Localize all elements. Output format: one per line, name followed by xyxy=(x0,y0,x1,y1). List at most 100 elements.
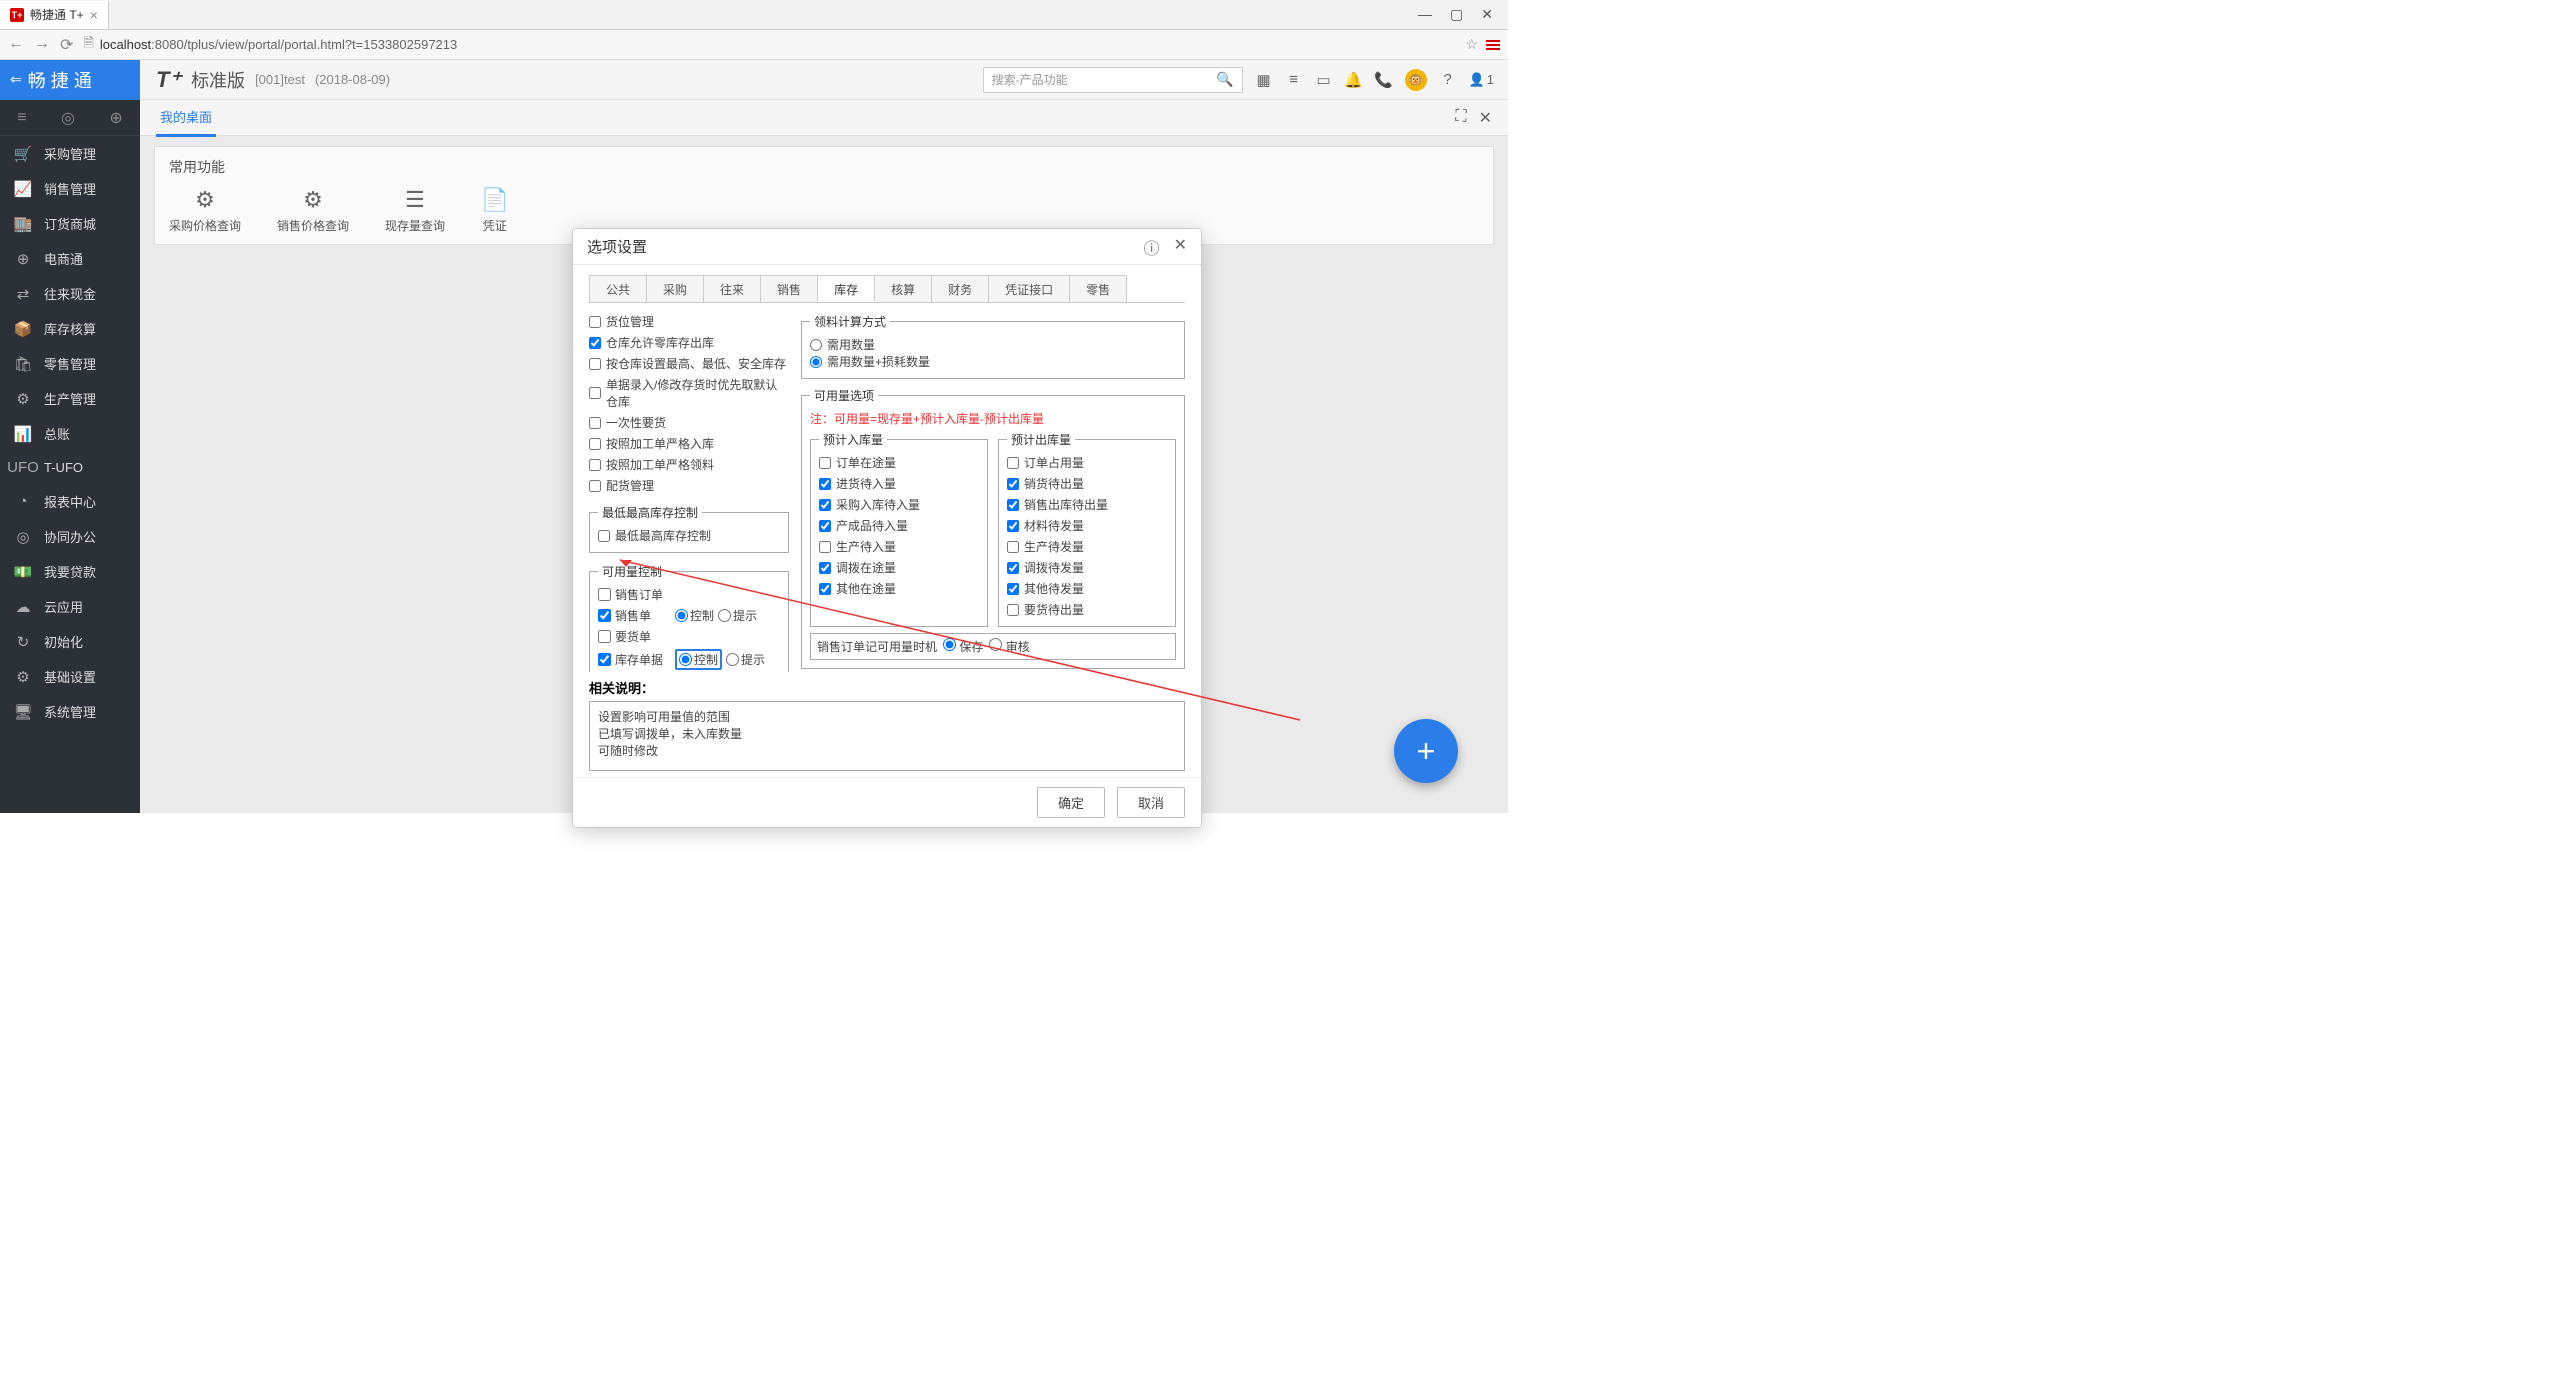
sidebar-item-12[interactable]: 💵我要贷款 xyxy=(0,554,140,589)
sidebar-item-11[interactable]: ◎协同办公 xyxy=(0,519,140,554)
out-item-1[interactable]: 销货待出量 xyxy=(1007,475,1167,492)
sidebar-item-6[interactable]: 🛍零售管理 xyxy=(0,346,140,381)
close-dialog-icon[interactable]: ✕ xyxy=(1174,235,1187,259)
out-item-0[interactable]: 订单占用量 xyxy=(1007,454,1167,471)
left-check-5[interactable]: 按照加工单严格入库 xyxy=(589,435,789,452)
dialog-tab-库存[interactable]: 库存 xyxy=(817,275,875,302)
back-icon[interactable]: ← xyxy=(8,35,24,55)
settings-icon[interactable]: ≡ xyxy=(1285,71,1303,89)
avatar-icon[interactable]: 🐵 xyxy=(1405,69,1427,91)
sidebar-item-7[interactable]: ⚙生产管理 xyxy=(0,381,140,416)
sidebar-item-15[interactable]: ⚙基础设置 xyxy=(0,659,140,694)
out-item-4[interactable]: 生产待发量 xyxy=(1007,538,1167,555)
cancel-button[interactable]: 取消 xyxy=(1117,787,1185,818)
in-item-2[interactable]: 采购入库待入量 xyxy=(819,496,979,513)
logo[interactable]: ⇐ 畅 捷 通 xyxy=(0,60,140,100)
url-bar[interactable]: 🗎 localhost:8080/tplus/view/portal/porta… xyxy=(83,34,1455,56)
left-check-6[interactable]: 按照加工单严格领料 xyxy=(589,456,789,473)
browser-tab[interactable]: T+ 畅捷通 T+ × xyxy=(0,1,109,29)
search-icon[interactable]: 🔍 xyxy=(1216,71,1233,88)
left-check-3[interactable]: 单据录入/修改存货时优先取默认仓库 xyxy=(589,376,789,410)
left-check-7[interactable]: 配货管理 xyxy=(589,477,789,494)
add-icon[interactable]: ⊕ xyxy=(109,108,122,128)
fab-add-button[interactable]: + xyxy=(1394,719,1458,783)
function-item-3[interactable]: 📄凭证 xyxy=(481,187,508,234)
reload-icon[interactable]: ⟳ xyxy=(60,35,73,55)
in-item-6[interactable]: 其他在途量 xyxy=(819,580,979,597)
close-tab-icon[interactable]: × xyxy=(90,7,98,23)
dialog-tab-核算[interactable]: 核算 xyxy=(874,275,932,302)
save-icon[interactable]: ▦ xyxy=(1255,71,1273,89)
expected-in-fieldset: 预计入库量 订单在途量进货待入量采购入库待入量产成品待入量生产待入量调拨在途量其… xyxy=(810,431,988,627)
out-item-6[interactable]: 其他待发量 xyxy=(1007,580,1167,597)
left-check-2[interactable]: 按仓库设置最高、最低、安全库存 xyxy=(589,355,789,372)
timing-audit[interactable]: 审核 xyxy=(989,638,1029,655)
menu-icon[interactable]: ≡ xyxy=(17,109,26,127)
out-item-5[interactable]: 调拨待发量 xyxy=(1007,559,1167,576)
out-item-7[interactable]: 要货待出量 xyxy=(1007,601,1167,618)
function-item-0[interactable]: ⚙采购价格查询 xyxy=(169,187,241,234)
help-icon[interactable]: ⓘ xyxy=(1144,235,1160,259)
app-header: ⇐ 畅 捷 通 T⁺ 标准版 [001]test (2018-08-09) 搜索… xyxy=(0,60,1508,100)
timing-save[interactable]: 保存 xyxy=(943,638,983,655)
sidebar-item-0[interactable]: 🛒采购管理 xyxy=(0,136,140,171)
bookmark-icon[interactable]: ☆ xyxy=(1465,36,1478,53)
function-item-1[interactable]: ⚙销售价格查询 xyxy=(277,187,349,234)
close-tab-icon[interactable]: ✕ xyxy=(1479,108,1492,128)
sidebar-item-14[interactable]: ↻初始化 xyxy=(0,624,140,659)
in-item-1[interactable]: 进货待入量 xyxy=(819,475,979,492)
sidebar-item-13[interactable]: ☁云应用 xyxy=(0,589,140,624)
dialog-tab-公共[interactable]: 公共 xyxy=(589,275,647,302)
in-item-5[interactable]: 调拨在途量 xyxy=(819,559,979,576)
sidebar-item-16[interactable]: 🖥系统管理 xyxy=(0,694,140,729)
material-opt2[interactable]: 需用数量+损耗数量 xyxy=(810,353,1176,370)
sidebar-item-3[interactable]: ⊕电商通 xyxy=(0,241,140,276)
chat-icon[interactable]: ▭ xyxy=(1315,71,1333,89)
sidebar-item-1[interactable]: 📈销售管理 xyxy=(0,171,140,206)
sidebar-top-icons: ≡ ◎ ⊕ xyxy=(0,100,140,136)
help-icon[interactable]: ? xyxy=(1439,71,1457,89)
browser-menu-icon[interactable] xyxy=(1486,40,1500,50)
bell-icon[interactable]: 🔔 xyxy=(1345,71,1363,89)
minmax-check[interactable]: 最低最高库存控制 xyxy=(598,527,780,544)
maximize-icon[interactable]: ▢ xyxy=(1450,6,1463,23)
sidebar-item-4[interactable]: ⇄往来现金 xyxy=(0,276,140,311)
dialog-tab-采购[interactable]: 采购 xyxy=(646,275,704,302)
function-item-2[interactable]: ☰现存量查询 xyxy=(385,187,445,234)
dialog-tab-销售[interactable]: 销售 xyxy=(760,275,818,302)
forward-icon[interactable]: → xyxy=(34,35,50,55)
in-item-3[interactable]: 产成品待入量 xyxy=(819,517,979,534)
minmax-checkbox[interactable] xyxy=(598,530,610,542)
sidebar-item-9[interactable]: UFOT-UFO xyxy=(0,451,140,484)
material-opt1-radio[interactable] xyxy=(810,339,822,351)
sidebar-item-5[interactable]: 📦库存核算 xyxy=(0,311,140,346)
ok-button[interactable]: 确定 xyxy=(1037,787,1105,818)
sidebar-item-10[interactable]: ◔报表中心 xyxy=(0,484,140,519)
target-icon[interactable]: ◎ xyxy=(61,108,75,128)
expand-icon[interactable]: ⛶ xyxy=(1455,108,1466,128)
avail-options-legend: 可用量选项 xyxy=(810,387,878,404)
close-window-icon[interactable]: ✕ xyxy=(1481,6,1493,23)
in-item-4[interactable]: 生产待入量 xyxy=(819,538,979,555)
phone-icon[interactable]: 📞 xyxy=(1375,71,1393,89)
tab-desktop[interactable]: 我的桌面 xyxy=(156,99,216,137)
left-check-1[interactable]: 仓库允许零库存出库 xyxy=(589,334,789,351)
dialog-tab-往来[interactable]: 往来 xyxy=(703,275,761,302)
dialog-tab-财务[interactable]: 财务 xyxy=(931,275,989,302)
out-item-2[interactable]: 销售出库待出量 xyxy=(1007,496,1167,513)
user-count[interactable]: 👤 1 xyxy=(1469,72,1494,88)
left-check-0[interactable]: 货位管理 xyxy=(589,313,789,330)
dialog-tab-凭证接口[interactable]: 凭证接口 xyxy=(988,275,1070,302)
material-opt2-radio[interactable] xyxy=(810,356,822,368)
sidebar-label: 我要贷款 xyxy=(44,562,96,581)
sidebar-item-8[interactable]: 📊总账 xyxy=(0,416,140,451)
left-check-4[interactable]: 一次性要货 xyxy=(589,414,789,431)
minimize-icon[interactable]: — xyxy=(1418,6,1432,23)
back-arrow-icon[interactable]: ⇐ xyxy=(10,71,22,88)
dialog-tab-零售[interactable]: 零售 xyxy=(1069,275,1127,302)
sidebar-item-2[interactable]: 🏬订货商城 xyxy=(0,206,140,241)
in-item-0[interactable]: 订单在途量 xyxy=(819,454,979,471)
out-item-3[interactable]: 材料待发量 xyxy=(1007,517,1167,534)
material-opt1[interactable]: 需用数量 xyxy=(810,336,1176,353)
search-input[interactable]: 搜索-产品功能 🔍 xyxy=(983,67,1243,93)
